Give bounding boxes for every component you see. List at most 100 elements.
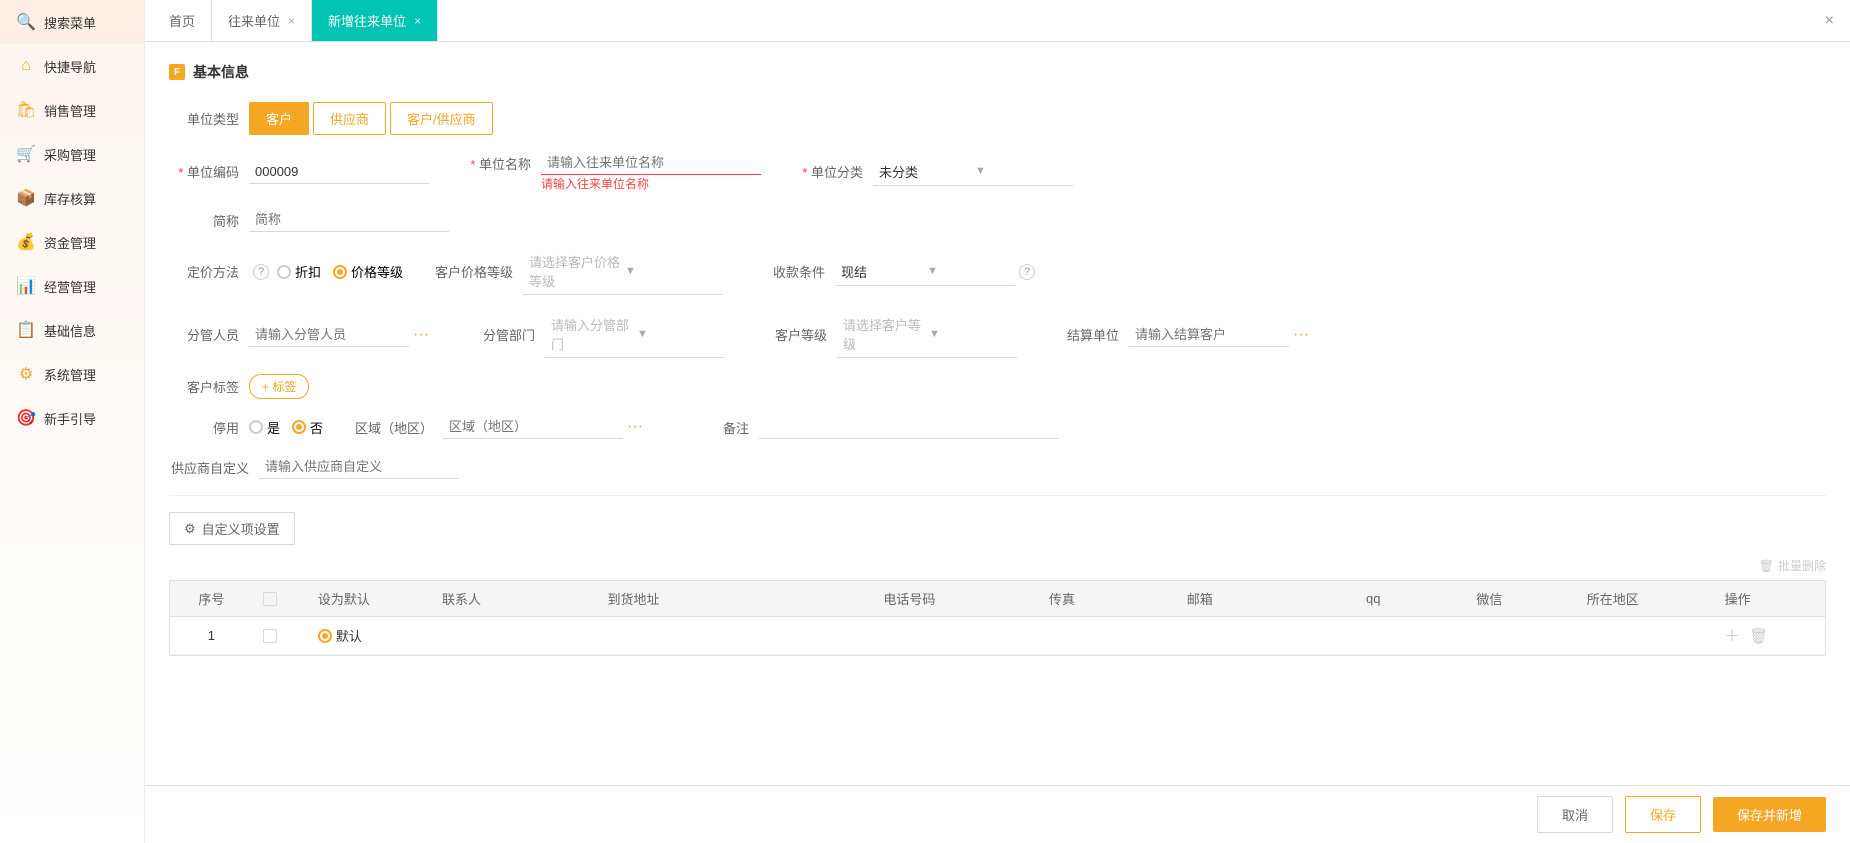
tab-new-partner[interactable]: 新增往来单位 × xyxy=(312,0,438,41)
remark-field: 备注 xyxy=(679,415,1059,439)
dept-label: 分管部门 xyxy=(465,325,545,344)
sidebar-item-quicknav[interactable]: ⌂ 快捷导航 xyxy=(0,44,144,88)
unit-type-label: 单位类型 xyxy=(169,109,249,128)
category-select[interactable]: 未分类 ▼ xyxy=(873,158,1073,186)
radio-no[interactable]: 否 xyxy=(292,418,323,437)
settlement-dots-btn[interactable]: ··· xyxy=(1289,326,1313,344)
custom-settings-btn[interactable]: ⚙ 自定义项设置 xyxy=(169,512,295,545)
sidebar-label-system: 系统管理 xyxy=(44,365,96,384)
settlement-field: 结算单位 ··· xyxy=(1049,323,1313,347)
abbr-label: 简称 xyxy=(169,211,249,230)
disabled-label: 停用 xyxy=(169,418,249,437)
th-default: 设为默认 xyxy=(308,581,432,617)
sidebar-item-guide[interactable]: 🎯 新手引导 xyxy=(0,396,144,440)
btn-both[interactable]: 客户/供应商 xyxy=(390,102,493,135)
section-header: F 基本信息 xyxy=(169,62,1826,82)
name-error-msg: 请输入往来单位名称 xyxy=(541,177,649,191)
pricing-help-icon[interactable]: ? xyxy=(253,264,269,280)
sidebar-item-finance[interactable]: 💰 资金管理 xyxy=(0,220,144,264)
remark-label: 备注 xyxy=(679,418,759,437)
custom-settings-label: 自定义项设置 xyxy=(202,519,280,538)
code-name-category-row: 单位编码 单位名称 请输入往来单位名称 单位分类 未分类 ▼ xyxy=(169,151,1826,192)
region-input[interactable] xyxy=(443,415,623,439)
tab-home[interactable]: 首页 xyxy=(153,0,212,41)
row-checkbox[interactable] xyxy=(263,629,277,643)
code-label: 单位编码 xyxy=(169,162,249,181)
chevron-down-icon-3: ▼ xyxy=(927,265,1009,277)
pricing-row: 定价方法 ? 折扣 价格等级 客户价格等级 请选择客户价格等级 xyxy=(169,248,1826,295)
sidebar-item-search[interactable]: 🔍 搜索菜单 xyxy=(0,0,144,44)
manager-label: 分管人员 xyxy=(169,325,249,344)
radio-yes[interactable]: 是 xyxy=(249,418,280,437)
code-field: 单位编码 xyxy=(169,160,429,184)
add-tag-btn[interactable]: + 标签 xyxy=(249,374,309,399)
td-default: 默认 xyxy=(308,617,432,655)
save-new-button[interactable]: 保存并新增 xyxy=(1713,797,1826,832)
radio-discount-label: 折扣 xyxy=(295,262,321,281)
guide-icon: 🎯 xyxy=(16,408,36,428)
batch-delete-btn[interactable]: 🗑 批量删除 xyxy=(1759,557,1826,574)
sidebar-item-operations[interactable]: 📊 经营管理 xyxy=(0,264,144,308)
row-del-btn[interactable]: 🗑 xyxy=(1749,628,1768,645)
td-seq: 1 xyxy=(170,617,253,655)
td-wechat xyxy=(1466,617,1576,655)
customer-level-select[interactable]: 请选择客户等级 ▼ xyxy=(837,311,1017,358)
row-add-btn[interactable]: ＋ xyxy=(1725,628,1740,645)
manager-row: 分管人员 ··· 分管部门 请输入分管部门 ▼ 客户等级 请选择客户等级 ▼ xyxy=(169,311,1826,358)
radio-default[interactable]: 默认 xyxy=(318,626,422,645)
remark-input[interactable] xyxy=(759,415,1059,439)
radio-price-level-label: 价格等级 xyxy=(351,262,403,281)
main-close-btn[interactable]: × xyxy=(1825,12,1834,30)
cancel-button[interactable]: 取消 xyxy=(1537,796,1613,833)
payment-select[interactable]: 现结 ▼ xyxy=(835,258,1015,286)
btn-customer[interactable]: 客户 xyxy=(249,102,309,135)
btn-supplier[interactable]: 供应商 xyxy=(313,102,386,135)
customer-level-placeholder: 请选择客户等级 xyxy=(843,315,925,353)
trash-icon: 🗑 xyxy=(1759,559,1774,573)
settlement-input[interactable] xyxy=(1129,323,1289,347)
supplier-custom-input[interactable] xyxy=(259,455,459,479)
td-contact xyxy=(432,617,598,655)
gear-icon: ⚙ xyxy=(184,521,196,537)
code-input[interactable] xyxy=(249,160,429,184)
radio-discount[interactable]: 折扣 xyxy=(277,262,321,281)
sidebar-label-guide: 新手引导 xyxy=(44,409,96,428)
pricing-radio-group: 折扣 价格等级 xyxy=(277,262,403,281)
customer-price-select[interactable]: 请选择客户价格等级 ▼ xyxy=(523,248,723,295)
unit-type-group: 客户 供应商 客户/供应商 xyxy=(249,102,493,135)
payment-help-icon[interactable]: ? xyxy=(1019,264,1035,280)
sidebar-item-basic[interactable]: 📋 基础信息 xyxy=(0,308,144,352)
chevron-down-icon-2: ▼ xyxy=(625,265,717,277)
main-area: 首页 往来单位 × 新增往来单位 × × F 基本信息 单位类型 客户 供应商 … xyxy=(145,0,1850,843)
radio-no-label: 否 xyxy=(310,418,323,437)
manager-input[interactable] xyxy=(249,323,409,347)
sidebar: 🔍 搜索菜单 ⌂ 快捷导航 🛍 销售管理 🛒 采购管理 📦 库存核算 💰 资金管… xyxy=(0,0,145,843)
customer-price-label: 客户价格等级 xyxy=(435,262,523,281)
supplier-custom-label: 供应商自定义 xyxy=(169,458,259,477)
sidebar-item-system[interactable]: ⚙ 系统管理 xyxy=(0,352,144,396)
manager-dots-btn[interactable]: ··· xyxy=(409,326,433,344)
unit-type-row: 单位类型 客户 供应商 客户/供应商 xyxy=(169,102,1826,135)
tab-new-partner-close[interactable]: × xyxy=(414,14,421,28)
name-input[interactable] xyxy=(541,151,761,175)
sidebar-label-operations: 经营管理 xyxy=(44,277,96,296)
sidebar-item-purchase[interactable]: 🛒 采购管理 xyxy=(0,132,144,176)
radio-price-level[interactable]: 价格等级 xyxy=(333,262,403,281)
sidebar-label-quicknav: 快捷导航 xyxy=(44,57,96,76)
header-checkbox[interactable] xyxy=(263,592,277,606)
sidebar-label-basic: 基础信息 xyxy=(44,321,96,340)
sidebar-label-inventory: 库存核算 xyxy=(44,189,96,208)
region-dots-btn[interactable]: ··· xyxy=(623,418,647,436)
customer-tag-label: 客户标签 xyxy=(169,377,249,396)
form-content: F 基本信息 单位类型 客户 供应商 客户/供应商 单位编码 单位名称 xyxy=(145,42,1850,785)
dept-select[interactable]: 请输入分管部门 ▼ xyxy=(545,311,725,358)
tab-partners-label: 往来单位 xyxy=(228,11,280,30)
save-button[interactable]: 保存 xyxy=(1625,796,1701,833)
batch-delete-label: 批量删除 xyxy=(1778,557,1826,574)
tab-partners[interactable]: 往来单位 × xyxy=(212,0,312,41)
abbr-input[interactable] xyxy=(249,208,449,232)
tab-partners-close[interactable]: × xyxy=(288,14,295,28)
sidebar-item-sales[interactable]: 🛍 销售管理 xyxy=(0,88,144,132)
sidebar-label-search: 搜索菜单 xyxy=(44,13,96,32)
sidebar-item-inventory[interactable]: 📦 库存核算 xyxy=(0,176,144,220)
